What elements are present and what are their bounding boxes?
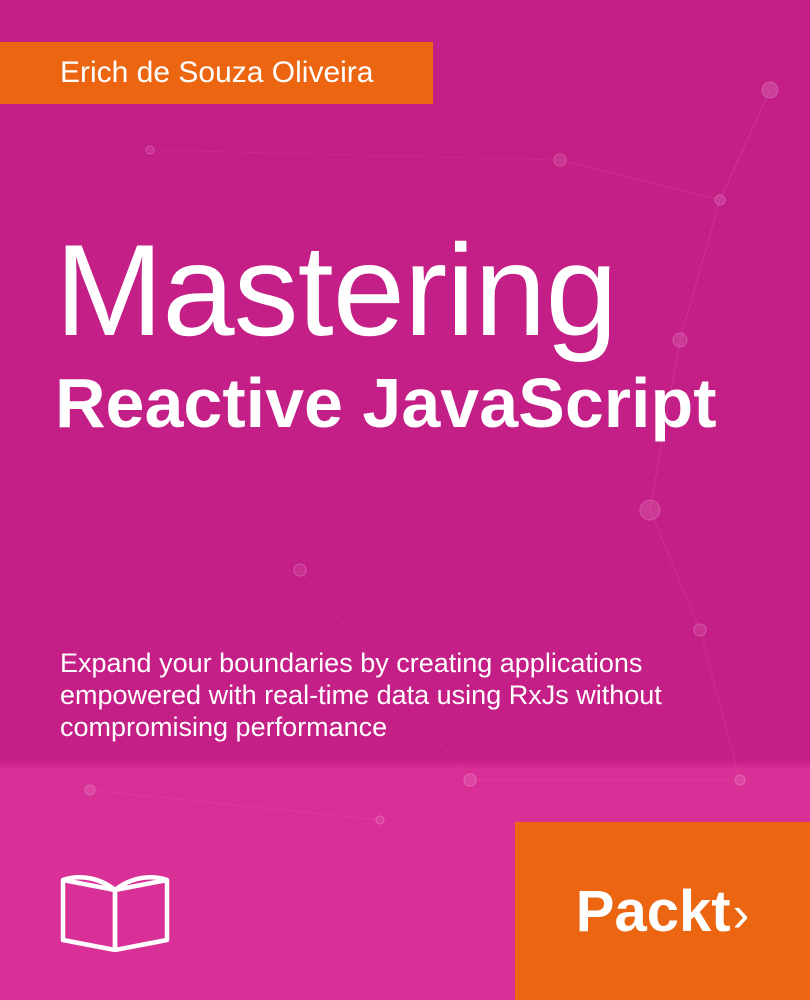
book-cover: Erich de Souza Oliveira Mastering Reacti… xyxy=(0,0,810,1000)
publisher-badge: Packt› xyxy=(515,822,810,1000)
title-line-1: Mastering xyxy=(55,225,770,355)
publisher-logo: Packt› xyxy=(576,878,749,945)
open-book-icon xyxy=(60,872,170,952)
title-line-2: Reactive JavaScript xyxy=(55,365,770,442)
publisher-name: Packt xyxy=(576,878,731,945)
chevron-right-icon: › xyxy=(733,885,750,943)
author-name: Erich de Souza Oliveira xyxy=(0,42,433,104)
book-title: Mastering Reactive JavaScript xyxy=(55,225,770,442)
book-subtitle: Expand your boundaries by creating appli… xyxy=(60,648,720,744)
